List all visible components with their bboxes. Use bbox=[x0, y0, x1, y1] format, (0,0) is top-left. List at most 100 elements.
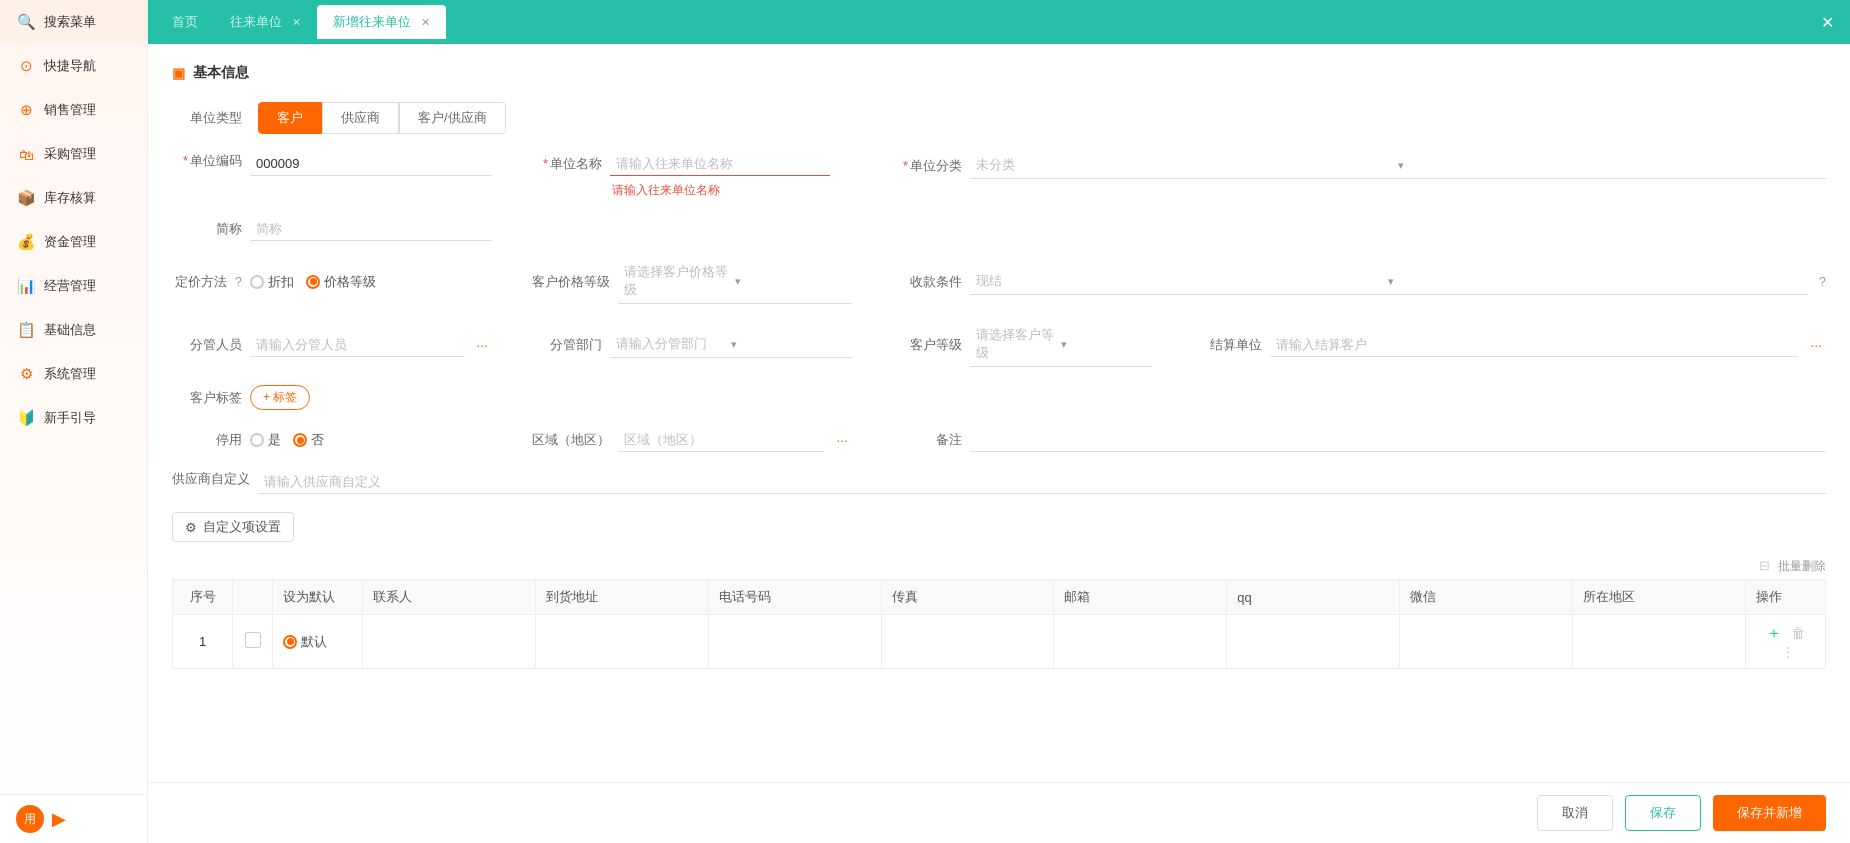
table-row: 1 默认 bbox=[173, 615, 1826, 669]
pricing-radio-level[interactable]: 价格等级 bbox=[306, 273, 376, 291]
tab-new-partner[interactable]: 新增往来单位 ✕ bbox=[317, 5, 446, 39]
cell-address bbox=[535, 615, 708, 669]
remark-field: 备注 bbox=[892, 428, 1826, 452]
save-button[interactable]: 保存 bbox=[1625, 795, 1701, 831]
pricing-help-icon[interactable]: ? bbox=[235, 274, 242, 289]
manager-more-icon[interactable]: ··· bbox=[472, 337, 492, 353]
email-input[interactable] bbox=[1064, 630, 1216, 653]
payment-help-icon[interactable]: ? bbox=[1819, 274, 1826, 289]
settlement-unit-label: 结算单位 bbox=[1192, 336, 1262, 354]
payment-terms-chevron: ▾ bbox=[1388, 275, 1800, 288]
operations-icon: 📊 bbox=[16, 276, 36, 296]
sidebar-item-inventory[interactable]: 📦 库存核算 bbox=[0, 176, 147, 220]
price-level-label: 客户价格等级 bbox=[532, 273, 610, 291]
table-header: 序号 设为默认 联系人 到货地址 电话号码 传真 邮箱 qq 微信 所在地区 操… bbox=[173, 580, 1826, 615]
sidebar-item-operations[interactable]: 📊 经营管理 bbox=[0, 264, 147, 308]
cell-contact bbox=[363, 615, 536, 669]
window-close-icon[interactable]: ✕ bbox=[1813, 13, 1842, 32]
customer-level-select[interactable]: 请选择客户等级 ▾ bbox=[970, 322, 1152, 367]
table-body: 1 默认 bbox=[173, 615, 1826, 669]
region-input[interactable] bbox=[618, 428, 824, 452]
sidebar-item-quicknav[interactable]: ⊙ 快捷导航 bbox=[0, 44, 147, 88]
unit-category-chevron: ▾ bbox=[1398, 159, 1820, 172]
qq-input[interactable] bbox=[1237, 630, 1389, 653]
col-fax: 传真 bbox=[881, 580, 1054, 615]
col-phone: 电话号码 bbox=[708, 580, 881, 615]
settlement-unit-input[interactable] bbox=[1270, 333, 1798, 357]
unit-code-field: *单位编码 bbox=[172, 152, 492, 176]
add-tag-button[interactable]: + 标签 bbox=[250, 385, 310, 410]
region-more-icon[interactable]: ··· bbox=[832, 432, 852, 448]
cancel-button[interactable]: 取消 bbox=[1537, 795, 1613, 831]
department-placeholder: 请输入分管部门 bbox=[616, 335, 731, 353]
disable-yes-radio[interactable]: 是 bbox=[250, 431, 281, 449]
short-name-input[interactable] bbox=[250, 217, 492, 241]
payment-terms-select[interactable]: 现结 ▾ bbox=[970, 268, 1807, 295]
sidebar-expand-icon[interactable]: ▶ bbox=[52, 808, 66, 830]
sidebar-label-basic: 基础信息 bbox=[44, 321, 96, 339]
sidebar-label-purchase: 采购管理 bbox=[44, 145, 96, 163]
department-label: 分管部门 bbox=[532, 336, 602, 354]
pricing-radio-dot bbox=[310, 278, 317, 285]
add-row-icon[interactable]: ＋ bbox=[1766, 624, 1782, 641]
sidebar-item-sales[interactable]: ⊕ 销售管理 bbox=[0, 88, 147, 132]
shortname-row: 简称 bbox=[172, 217, 1826, 241]
address-input[interactable] bbox=[546, 630, 698, 653]
tab-home-label: 首页 bbox=[172, 13, 198, 31]
save-new-button[interactable]: 保存并新增 bbox=[1713, 795, 1826, 831]
fax-input[interactable] bbox=[892, 630, 1044, 653]
unit-code-input[interactable] bbox=[250, 152, 492, 176]
contact-input[interactable] bbox=[373, 630, 525, 653]
sidebar-label-quicknav: 快捷导航 bbox=[44, 57, 96, 75]
disable-no-radio[interactable]: 否 bbox=[293, 431, 324, 449]
sidebar-item-purchase[interactable]: 🛍 采购管理 bbox=[0, 132, 147, 176]
delete-row-icon[interactable]: 🗑 bbox=[1791, 625, 1805, 641]
sidebar-item-system[interactable]: ⚙ 系统管理 bbox=[0, 352, 147, 396]
col-region: 所在地区 bbox=[1573, 580, 1746, 615]
batch-delete-btn[interactable]: 批量删除 bbox=[1778, 559, 1826, 573]
disable-field: 停用 是 否 bbox=[172, 431, 492, 449]
tab-new-partner-close[interactable]: ✕ bbox=[421, 16, 430, 29]
sidebar: 🔍 搜索菜单 ⊙ 快捷导航 ⊕ 销售管理 🛍 采购管理 📦 库存核算 💰 资金管… bbox=[0, 0, 148, 843]
supplier-custom-label: 供应商自定义 bbox=[172, 470, 250, 488]
sidebar-item-search[interactable]: 🔍 搜索菜单 bbox=[0, 0, 147, 44]
remark-input[interactable] bbox=[970, 428, 1826, 452]
sidebar-label-newbie: 新手引导 bbox=[44, 409, 96, 427]
row-checkbox[interactable] bbox=[245, 632, 261, 648]
unit-name-input[interactable] bbox=[610, 152, 830, 176]
type-btn-supplier[interactable]: 供应商 bbox=[322, 102, 399, 134]
col-qq: qq bbox=[1227, 580, 1400, 615]
quicknav-icon: ⊙ bbox=[16, 56, 36, 76]
unit-name-label: *单位名称 bbox=[532, 155, 602, 173]
default-radio-circle bbox=[283, 635, 297, 649]
phone-input[interactable] bbox=[719, 630, 871, 653]
sidebar-item-basic[interactable]: 📋 基础信息 bbox=[0, 308, 147, 352]
manager-input[interactable] bbox=[250, 333, 464, 357]
supplier-custom-input[interactable] bbox=[258, 470, 1826, 494]
wechat-input[interactable] bbox=[1410, 630, 1562, 653]
cell-email bbox=[1054, 615, 1227, 669]
tab-home[interactable]: 首页 bbox=[156, 5, 214, 39]
payment-terms-field: 收款条件 现结 ▾ ? bbox=[892, 268, 1826, 295]
custom-settings-button[interactable]: ⚙ 自定义项设置 bbox=[172, 512, 294, 542]
customer-level-field: 客户等级 请选择客户等级 ▾ bbox=[892, 322, 1152, 367]
department-select[interactable]: 请输入分管部门 ▾ bbox=[610, 331, 852, 358]
col-email: 邮箱 bbox=[1054, 580, 1227, 615]
custom-settings-label: 自定义项设置 bbox=[203, 518, 281, 536]
unit-category-select[interactable]: 未分类 ▾ bbox=[970, 152, 1826, 179]
payment-terms-value: 现结 bbox=[976, 272, 1388, 290]
sidebar-label-sales: 销售管理 bbox=[44, 101, 96, 119]
default-radio[interactable]: 默认 bbox=[283, 633, 352, 651]
type-btn-both[interactable]: 客户/供应商 bbox=[399, 102, 506, 134]
sidebar-item-finance[interactable]: 💰 资金管理 bbox=[0, 220, 147, 264]
pricing-radio-discount[interactable]: 折扣 bbox=[250, 273, 294, 291]
type-btn-customer[interactable]: 客户 bbox=[258, 102, 322, 134]
table-region-input[interactable] bbox=[1583, 630, 1735, 653]
settlement-more-icon[interactable]: ··· bbox=[1806, 337, 1826, 353]
pricing-radio-group: 折扣 价格等级 bbox=[250, 273, 376, 291]
cell-seq: 1 bbox=[173, 615, 233, 669]
tab-partner-list-close[interactable]: ✕ bbox=[292, 16, 301, 29]
sidebar-item-newbie[interactable]: 🔰 新手引导 bbox=[0, 396, 147, 440]
price-level-select[interactable]: 请选择客户价格等级 ▾ bbox=[618, 259, 852, 304]
tab-partner-list[interactable]: 往来单位 ✕ bbox=[214, 5, 317, 39]
